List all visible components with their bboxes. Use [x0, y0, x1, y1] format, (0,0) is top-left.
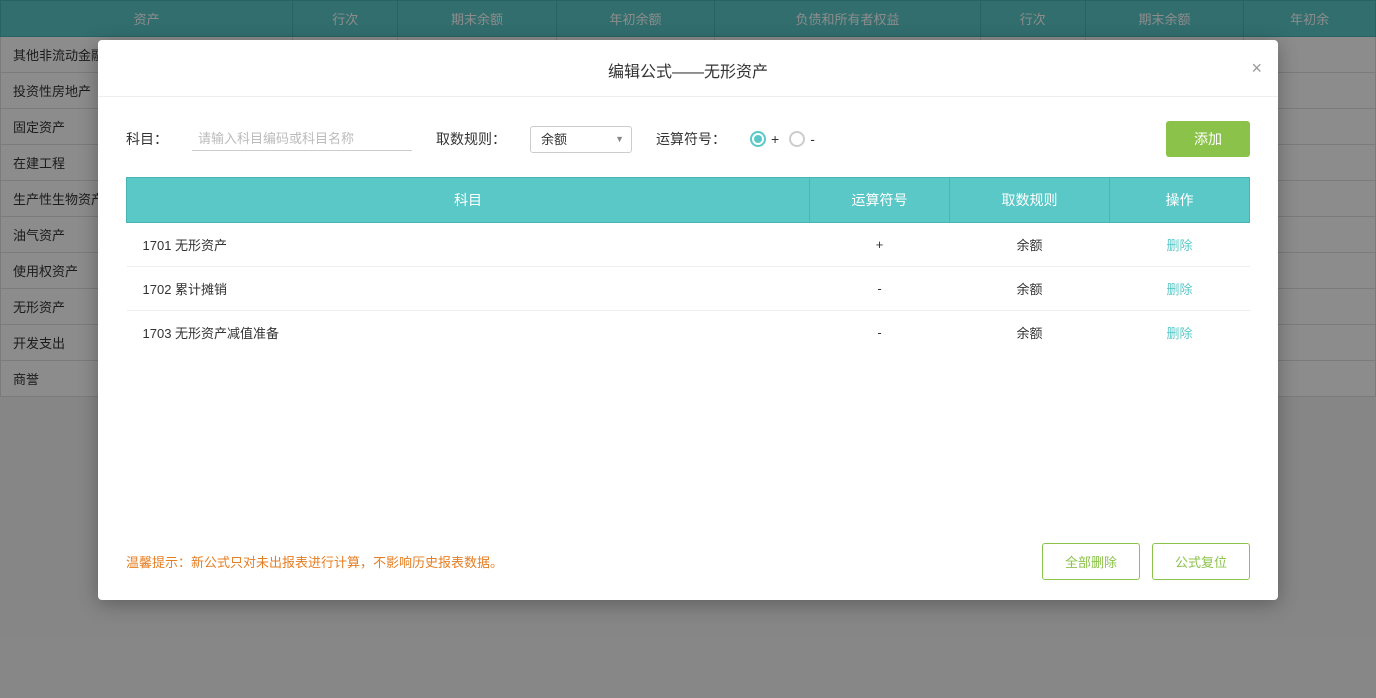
radio-minus[interactable]: - [789, 131, 815, 147]
modal-header: 编辑公式——无形资产 × [98, 40, 1278, 97]
modal-dialog: 编辑公式——无形资产 × 科目： 取数规则： 余额 借方 贷方 借方发生额 贷方… [98, 40, 1278, 600]
col-action: 操作 [1110, 178, 1250, 223]
form-row: 科目： 取数规则： 余额 借方 贷方 借方发生额 贷方发生额 运算符号： [126, 121, 1250, 157]
radio-minus-label: - [810, 131, 815, 147]
modal-body: 科目： 取数规则： 余额 借方 贷方 借方发生额 贷方发生额 运算符号： [98, 97, 1278, 529]
row3-subject: 1703 无形资产减值准备 [127, 311, 810, 355]
subject-input[interactable] [192, 127, 412, 151]
radio-plus-label: + [771, 131, 779, 147]
row2-action: 删除 [1110, 267, 1250, 311]
row2-subject: 1702 累计摊销 [127, 267, 810, 311]
operator-label: 运算符号： [656, 129, 726, 149]
table-row: 1703 无形资产减值准备 - 余额 删除 [127, 311, 1250, 355]
formula-table: 科目 运算符号 取数规则 操作 1701 无形资产 + 余额 删除 [126, 177, 1250, 354]
rule-label: 取数规则： [436, 129, 506, 149]
modal-title: 编辑公式——无形资产 [608, 64, 768, 81]
table-row: 1702 累计摊销 - 余额 删除 [127, 267, 1250, 311]
modal-overlay: 编辑公式——无形资产 × 科目： 取数规则： 余额 借方 贷方 借方发生额 贷方… [0, 0, 1376, 698]
delete-button-1[interactable]: 删除 [1166, 235, 1192, 254]
row3-action: 删除 [1110, 311, 1250, 355]
row3-operator: - [810, 311, 950, 355]
col-operator: 运算符号 [810, 178, 950, 223]
rule-select-wrapper[interactable]: 余额 借方 贷方 借方发生额 贷方发生额 [530, 126, 632, 153]
row1-subject: 1701 无形资产 [127, 223, 810, 267]
row2-operator: - [810, 267, 950, 311]
delete-button-2[interactable]: 删除 [1166, 279, 1192, 298]
modal-close-button[interactable]: × [1251, 59, 1262, 77]
footer-buttons: 全部删除 公式复位 [1042, 543, 1250, 580]
row1-rule: 余额 [950, 223, 1110, 267]
modal-footer: 温馨提示：新公式只对未出报表进行计算，不影响历史报表数据。 全部删除 公式复位 [98, 529, 1278, 600]
table-row: 1701 无形资产 + 余额 删除 [127, 223, 1250, 267]
reset-formula-button[interactable]: 公式复位 [1152, 543, 1250, 580]
radio-minus-circle [789, 131, 805, 147]
row3-rule: 余额 [950, 311, 1110, 355]
rule-select[interactable]: 余额 借方 贷方 借方发生额 贷方发生额 [530, 126, 632, 153]
col-rule: 取数规则 [950, 178, 1110, 223]
col-subject: 科目 [127, 178, 810, 223]
footer-tip: 温馨提示：新公式只对未出报表进行计算，不影响历史报表数据。 [126, 552, 503, 571]
subject-label: 科目： [126, 129, 168, 149]
delete-button-3[interactable]: 删除 [1166, 323, 1192, 342]
row2-rule: 余额 [950, 267, 1110, 311]
radio-plus[interactable]: + [750, 131, 779, 147]
delete-all-button[interactable]: 全部删除 [1042, 543, 1140, 580]
radio-plus-circle [750, 131, 766, 147]
operator-radio-group: + - [750, 131, 815, 147]
row1-operator: + [810, 223, 950, 267]
add-button[interactable]: 添加 [1166, 121, 1250, 157]
row1-action: 删除 [1110, 223, 1250, 267]
